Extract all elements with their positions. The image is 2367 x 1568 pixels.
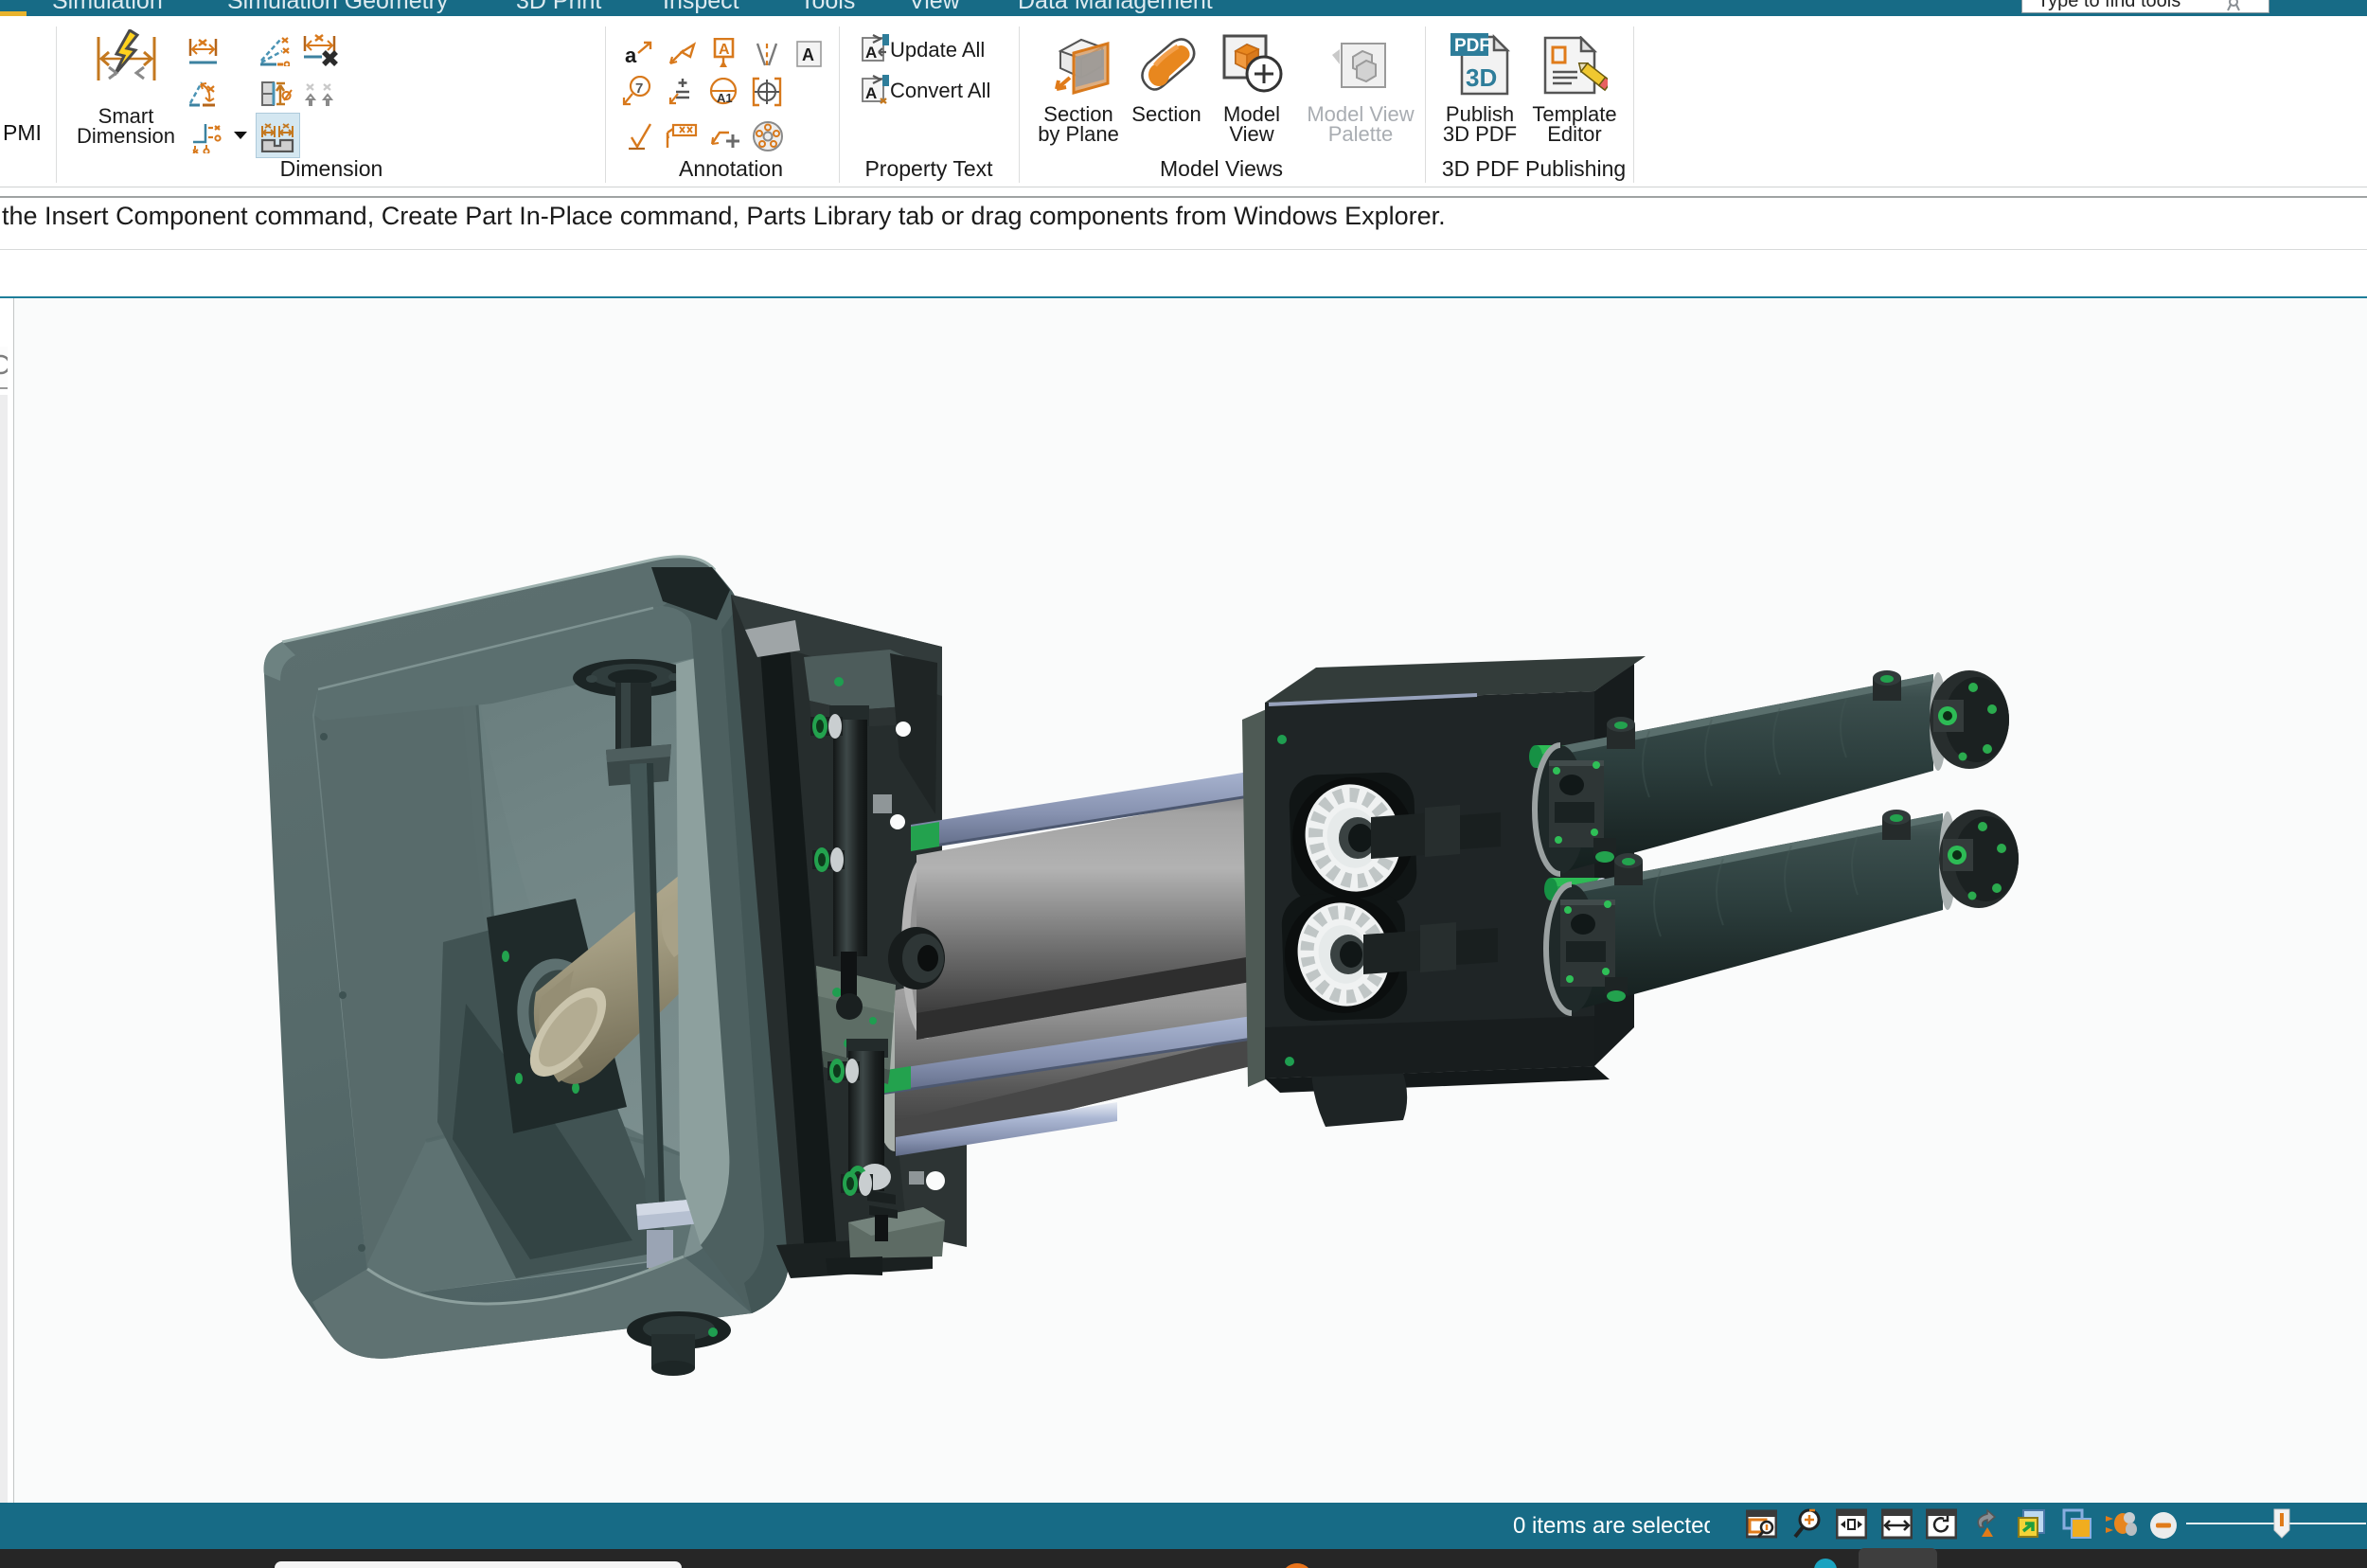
svg-text:PDF: PDF: [1454, 36, 1490, 56]
svg-text:a: a: [625, 44, 637, 66]
svg-text:A: A: [719, 42, 730, 58]
svg-text:A1: A1: [717, 91, 733, 105]
svg-text:A: A: [865, 84, 877, 102]
svg-text:3D: 3D: [1466, 63, 1497, 92]
svg-text:A: A: [802, 45, 814, 64]
svg-text:A: A: [865, 44, 877, 62]
svg-text:7: 7: [635, 80, 643, 97]
